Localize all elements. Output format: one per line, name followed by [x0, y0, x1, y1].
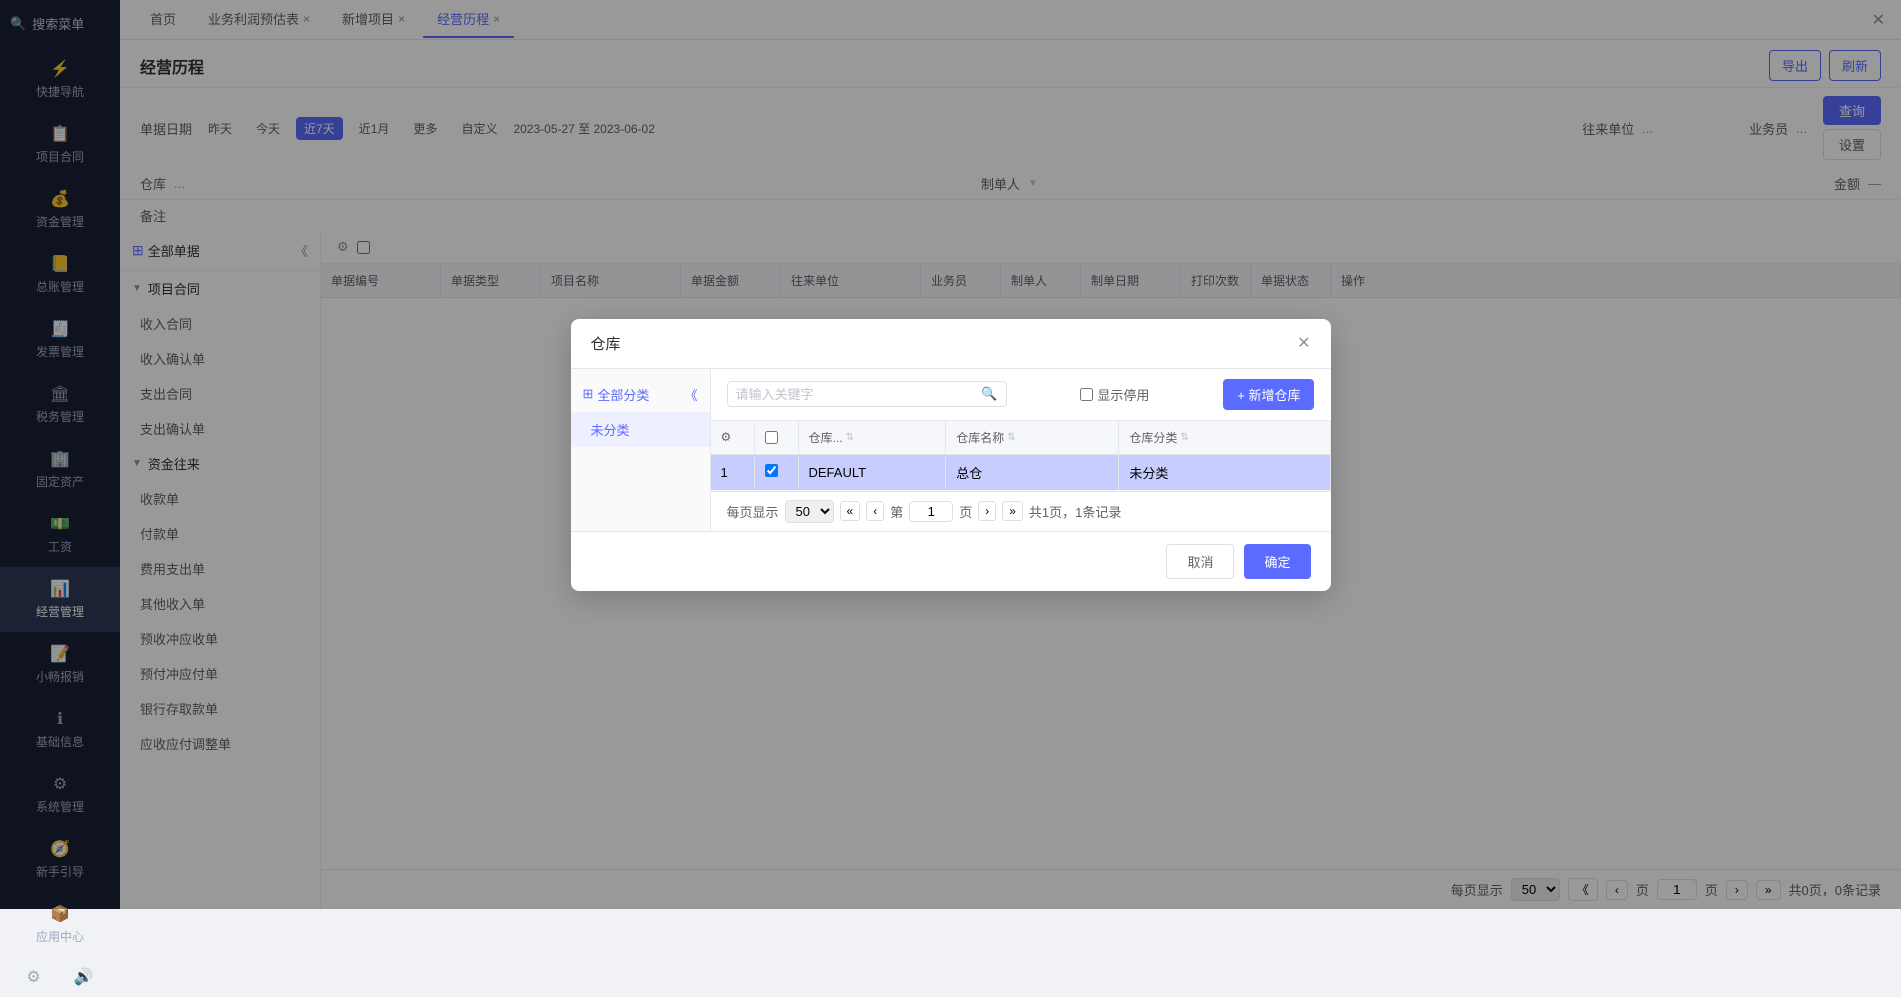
modal-row-name: 总仓 — [946, 455, 1119, 490]
modal-prev-page[interactable]: ‹ — [866, 501, 884, 521]
sort-icon-code: ⇅ — [846, 432, 854, 443]
modal-right-panel: 🔍 显示停用 + 新增仓库 ⚙ — [711, 369, 1331, 531]
modal-confirm-button[interactable]: 确定 — [1244, 544, 1310, 579]
warehouse-modal: 仓库 ✕ ⊞ 全部分类 《 未分类 — [571, 319, 1331, 591]
modal-category-unclassified[interactable]: 未分类 — [571, 412, 710, 447]
modal-page-unit: 页 — [959, 502, 972, 521]
sort-icon-category: ⇅ — [1180, 432, 1188, 443]
modal-title: 仓库 — [591, 333, 621, 354]
modal-all-categories[interactable]: ⊞ 全部分类 《 — [571, 377, 710, 412]
show-disabled-checkbox[interactable] — [1080, 388, 1093, 401]
modal-select-all[interactable] — [765, 431, 778, 444]
modal-search-box[interactable]: 🔍 — [727, 381, 1007, 407]
volume-icon[interactable]: 🔊 — [74, 967, 94, 987]
grid-icon2: ⊞ — [583, 386, 594, 402]
modal-total-info: 共1页，1条记录 — [1029, 502, 1121, 521]
modal-left-panel: ⊞ 全部分类 《 未分类 — [571, 369, 711, 531]
collapse-panel-btn[interactable]: 《 — [684, 385, 697, 404]
modal-page-word: 第 — [890, 502, 903, 521]
modal-table-header: ⚙ 仓库... ⇅ 仓库名称 ⇅ 仓库分类 ⇅ — [711, 421, 1331, 455]
modal-footer-bar: 每页显示 50 « ‹ 第 页 › » 共1页，1条记录 — [711, 491, 1331, 531]
modal-th-name: 仓库名称 ⇅ — [946, 421, 1119, 454]
modal-th-settings: ⚙ — [711, 421, 755, 454]
add-warehouse-button[interactable]: + 新增仓库 — [1223, 379, 1314, 410]
modal-show-disabled[interactable]: 显示停用 — [1080, 385, 1149, 404]
modal-header: 仓库 ✕ — [571, 319, 1331, 369]
modal-search-input[interactable] — [736, 387, 976, 402]
modal-close-button[interactable]: ✕ — [1297, 333, 1310, 353]
modal-last-page[interactable]: » — [1002, 501, 1023, 521]
modal-row-code: DEFAULT — [799, 457, 947, 488]
modal-row-category: 未分类 — [1119, 455, 1330, 490]
modal-next-page[interactable]: › — [978, 501, 996, 521]
settings-bottom-icon[interactable]: ⚙ — [26, 967, 40, 987]
modal-body: ⊞ 全部分类 《 未分类 🔍 显示停用 — [571, 369, 1331, 531]
modal-pagination: 每页显示 50 « ‹ 第 页 › » 共1页，1条记录 — [727, 500, 1122, 523]
modal-th-code: 仓库... ⇅ — [799, 421, 947, 454]
modal-first-page[interactable]: « — [840, 501, 861, 521]
modal-search-icon: 🔍 — [981, 386, 997, 402]
modal-row-checkbox[interactable] — [755, 456, 799, 488]
modal-th-category: 仓库分类 ⇅ — [1119, 421, 1330, 454]
modal-actions: 取消 确定 — [571, 531, 1331, 591]
modal-cancel-button[interactable]: 取消 — [1166, 544, 1234, 579]
modal-table-body: 1 DEFAULT 总仓 未分类 — [711, 455, 1331, 491]
sort-icon-name: ⇅ — [1007, 432, 1015, 443]
settings-icon[interactable]: ⚙ — [721, 430, 732, 444]
modal-row-index: 1 — [711, 457, 755, 488]
sidebar-bottom: ⚙ 🔊 — [0, 957, 120, 997]
modal-overlay: 仓库 ✕ ⊞ 全部分类 《 未分类 — [0, 0, 1901, 909]
modal-table-row[interactable]: 1 DEFAULT 总仓 未分类 — [711, 455, 1331, 491]
modal-page-size-select[interactable]: 50 — [785, 500, 834, 523]
modal-th-checkbox — [755, 421, 799, 454]
modal-toolbar: 🔍 显示停用 + 新增仓库 — [711, 369, 1331, 421]
sidebar-item-label: 应用中心 — [36, 928, 84, 945]
modal-page-input[interactable] — [909, 501, 953, 522]
modal-page-size-label: 每页显示 — [727, 502, 779, 521]
